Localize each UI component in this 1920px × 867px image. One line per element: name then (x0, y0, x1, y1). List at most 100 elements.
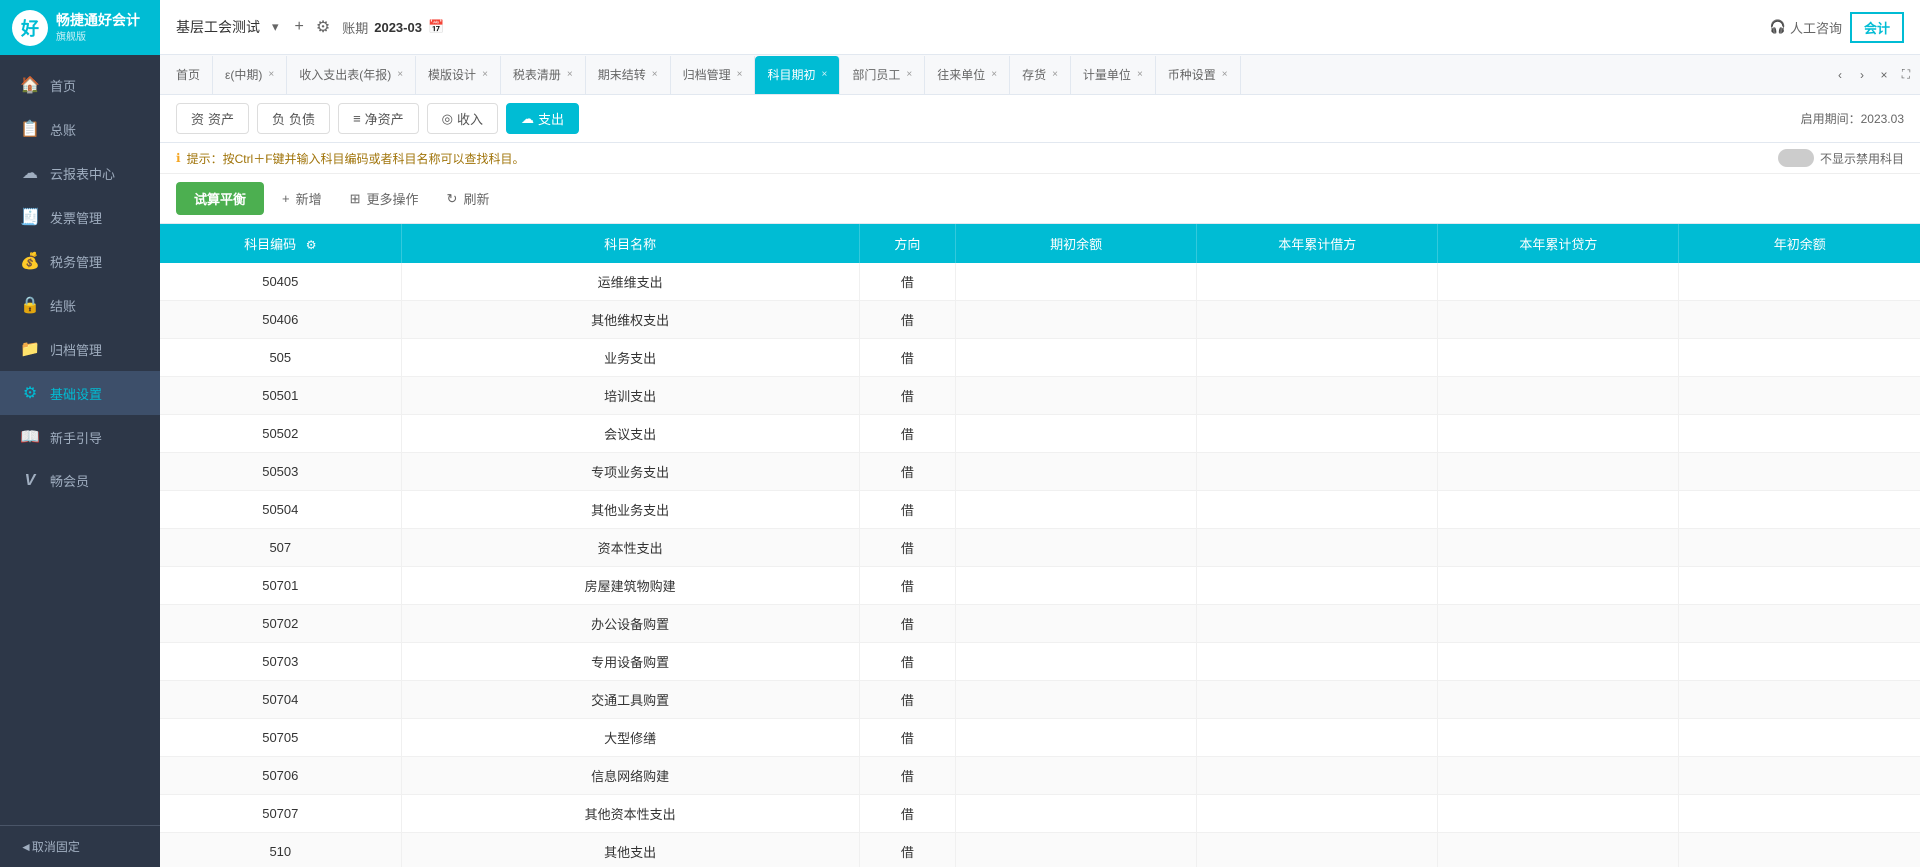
cell-code: 50406 (160, 301, 401, 339)
sidebar-item-member[interactable]: V 畅会员 (0, 459, 160, 502)
sidebar-label-settings: 基础设置 (50, 384, 102, 403)
dropdown-icon[interactable]: ▾ (272, 19, 279, 35)
sidebar-item-report[interactable]: ☁ 云报表中心 (0, 151, 160, 195)
tab-income-report-close[interactable]: × (397, 69, 403, 80)
cat-tab-expense[interactable]: ☁ 支出 (506, 103, 579, 134)
sidebar-item-settings[interactable]: ⚙ 基础设置 (0, 371, 160, 415)
cell-year-bal (1679, 719, 1920, 757)
table-row[interactable]: 50705 大型修缮 借 (160, 719, 1920, 757)
table-row[interactable]: 50504 其他业务支出 借 (160, 491, 1920, 529)
tab-currency[interactable]: 币种设置 × (1156, 56, 1241, 94)
tab-customers[interactable]: 往来单位 × (925, 56, 1010, 94)
cell-code: 507 (160, 529, 401, 567)
table-row[interactable]: 50406 其他维权支出 借 (160, 301, 1920, 339)
calendar-icon[interactable]: 📅 (428, 19, 444, 35)
header-opening: 期初余额 (956, 224, 1197, 263)
tab-archive-close[interactable]: × (737, 69, 743, 80)
tab-period-end[interactable]: 期末结转 × (586, 56, 671, 94)
sidebar-item-ledger[interactable]: 📋 总账 (0, 107, 160, 151)
cell-ytd-cr (1438, 643, 1679, 681)
ledger-icon: 📋 (20, 119, 40, 139)
toggle-disabled[interactable]: 不显示禁用科目 (1778, 149, 1904, 167)
tab-template-close[interactable]: × (482, 69, 488, 80)
tab-subject-init[interactable]: 科目期初 × (755, 56, 840, 94)
tab-home[interactable]: 首页 (164, 56, 213, 94)
cell-year-bal (1679, 377, 1920, 415)
tab-currency-close[interactable]: × (1222, 69, 1228, 80)
tab-template[interactable]: 模版设计 × (416, 56, 501, 94)
income-icon: ◎ (442, 111, 453, 127)
tab-unit-close[interactable]: × (1137, 69, 1143, 80)
tab-close-all-btn[interactable]: × (1874, 65, 1894, 85)
cell-year-bal (1679, 795, 1920, 833)
sidebar-item-guide[interactable]: 📖 新手引导 (0, 415, 160, 459)
table-row[interactable]: 50702 办公设备购置 借 (160, 605, 1920, 643)
support-button[interactable]: 🎧 人工咨询 (1770, 18, 1842, 37)
cat-tab-asset[interactable]: 资 资产 (176, 103, 249, 134)
main-area: 基层工会测试 ▾ + ⚙ 账期 2023-03 📅 🎧 人工咨询 会计 首页 ε… (160, 0, 1920, 867)
tab-next-btn[interactable]: › (1852, 65, 1872, 85)
cell-opening (956, 795, 1197, 833)
tab-inventory[interactable]: 存货 × (1010, 56, 1071, 94)
cat-tab-net-asset[interactable]: ≡ 净资产 (338, 103, 419, 134)
table-row[interactable]: 50501 培训支出 借 (160, 377, 1920, 415)
cat-tab-liability[interactable]: 负 负债 (257, 103, 330, 134)
tab-mid-close[interactable]: × (268, 69, 274, 80)
tab-subject-init-close[interactable]: × (822, 69, 828, 80)
col-settings-icon[interactable]: ⚙ (306, 238, 317, 252)
tab-dept-close[interactable]: × (906, 69, 912, 80)
tab-tax[interactable]: 税表清册 × (501, 56, 586, 94)
table-row[interactable]: 50706 信息网络购建 借 (160, 757, 1920, 795)
table-row[interactable]: 50405 运维维支出 借 (160, 263, 1920, 301)
tab-customers-close[interactable]: × (991, 69, 997, 80)
sidebar-item-close[interactable]: 🔒 结账 (0, 283, 160, 327)
cell-opening (956, 605, 1197, 643)
table-row[interactable]: 510 其他支出 借 (160, 833, 1920, 867)
cell-code: 50706 (160, 757, 401, 795)
tab-inventory-close[interactable]: × (1052, 69, 1058, 80)
add-project-icon[interactable]: + (295, 18, 304, 36)
table-row[interactable]: 50503 专项业务支出 借 (160, 453, 1920, 491)
tab-tax-close[interactable]: × (567, 69, 573, 80)
cell-dir: 借 (859, 757, 955, 795)
table-row[interactable]: 50701 房屋建筑物购建 借 (160, 567, 1920, 605)
settings-gear-icon[interactable]: ⚙ (316, 17, 330, 37)
refresh-button[interactable]: ↻ 刷新 (437, 183, 500, 214)
table-row[interactable]: 50704 交通工具购置 借 (160, 681, 1920, 719)
cat-expense-label: 支出 (538, 109, 564, 128)
tab-mid[interactable]: ε(中期) × (213, 56, 287, 94)
cell-dir: 借 (859, 453, 955, 491)
tab-period-end-close[interactable]: × (652, 69, 658, 80)
cell-code: 50502 (160, 415, 401, 453)
table-row[interactable]: 50707 其他资本性支出 借 (160, 795, 1920, 833)
tab-dept[interactable]: 部门员工 × (840, 56, 925, 94)
table-row[interactable]: 507 资本性支出 借 (160, 529, 1920, 567)
cell-ytd-cr (1438, 567, 1679, 605)
cell-year-bal (1679, 415, 1920, 453)
tab-unit[interactable]: 计量单位 × (1071, 56, 1156, 94)
kuaiji-button[interactable]: 会计 (1850, 12, 1904, 43)
cell-opening (956, 263, 1197, 301)
tab-expand-btn[interactable]: ⛶ (1896, 65, 1916, 85)
table-row[interactable]: 505 业务支出 借 (160, 339, 1920, 377)
tab-income-report[interactable]: 收入支出表(年报) × (287, 56, 416, 94)
tax-icon: 💰 (20, 251, 40, 271)
cell-dir: 借 (859, 339, 955, 377)
sidebar-item-invoice[interactable]: 🧾 发票管理 (0, 195, 160, 239)
more-button[interactable]: ⊞ 更多操作 (340, 183, 429, 214)
sidebar-collapse-btn[interactable]: ◄取消固定 (0, 825, 160, 867)
tab-archive[interactable]: 归档管理 × (671, 56, 756, 94)
add-button[interactable]: + 新增 (272, 183, 332, 214)
sidebar-item-home[interactable]: 🏠 首页 (0, 63, 160, 107)
sidebar-item-tax[interactable]: 💰 税务管理 (0, 239, 160, 283)
tab-prev-btn[interactable]: ‹ (1830, 65, 1850, 85)
cell-code: 50705 (160, 719, 401, 757)
sidebar-item-archive[interactable]: 📁 归档管理 (0, 327, 160, 371)
table-row[interactable]: 50703 专用设备购置 借 (160, 643, 1920, 681)
table-row[interactable]: 50502 会议支出 借 (160, 415, 1920, 453)
cat-tab-income[interactable]: ◎ 收入 (427, 103, 498, 134)
cell-year-bal (1679, 643, 1920, 681)
cell-ytd-cr (1438, 491, 1679, 529)
balance-button[interactable]: 试算平衡 (176, 182, 264, 215)
toggle-track[interactable] (1778, 149, 1814, 167)
